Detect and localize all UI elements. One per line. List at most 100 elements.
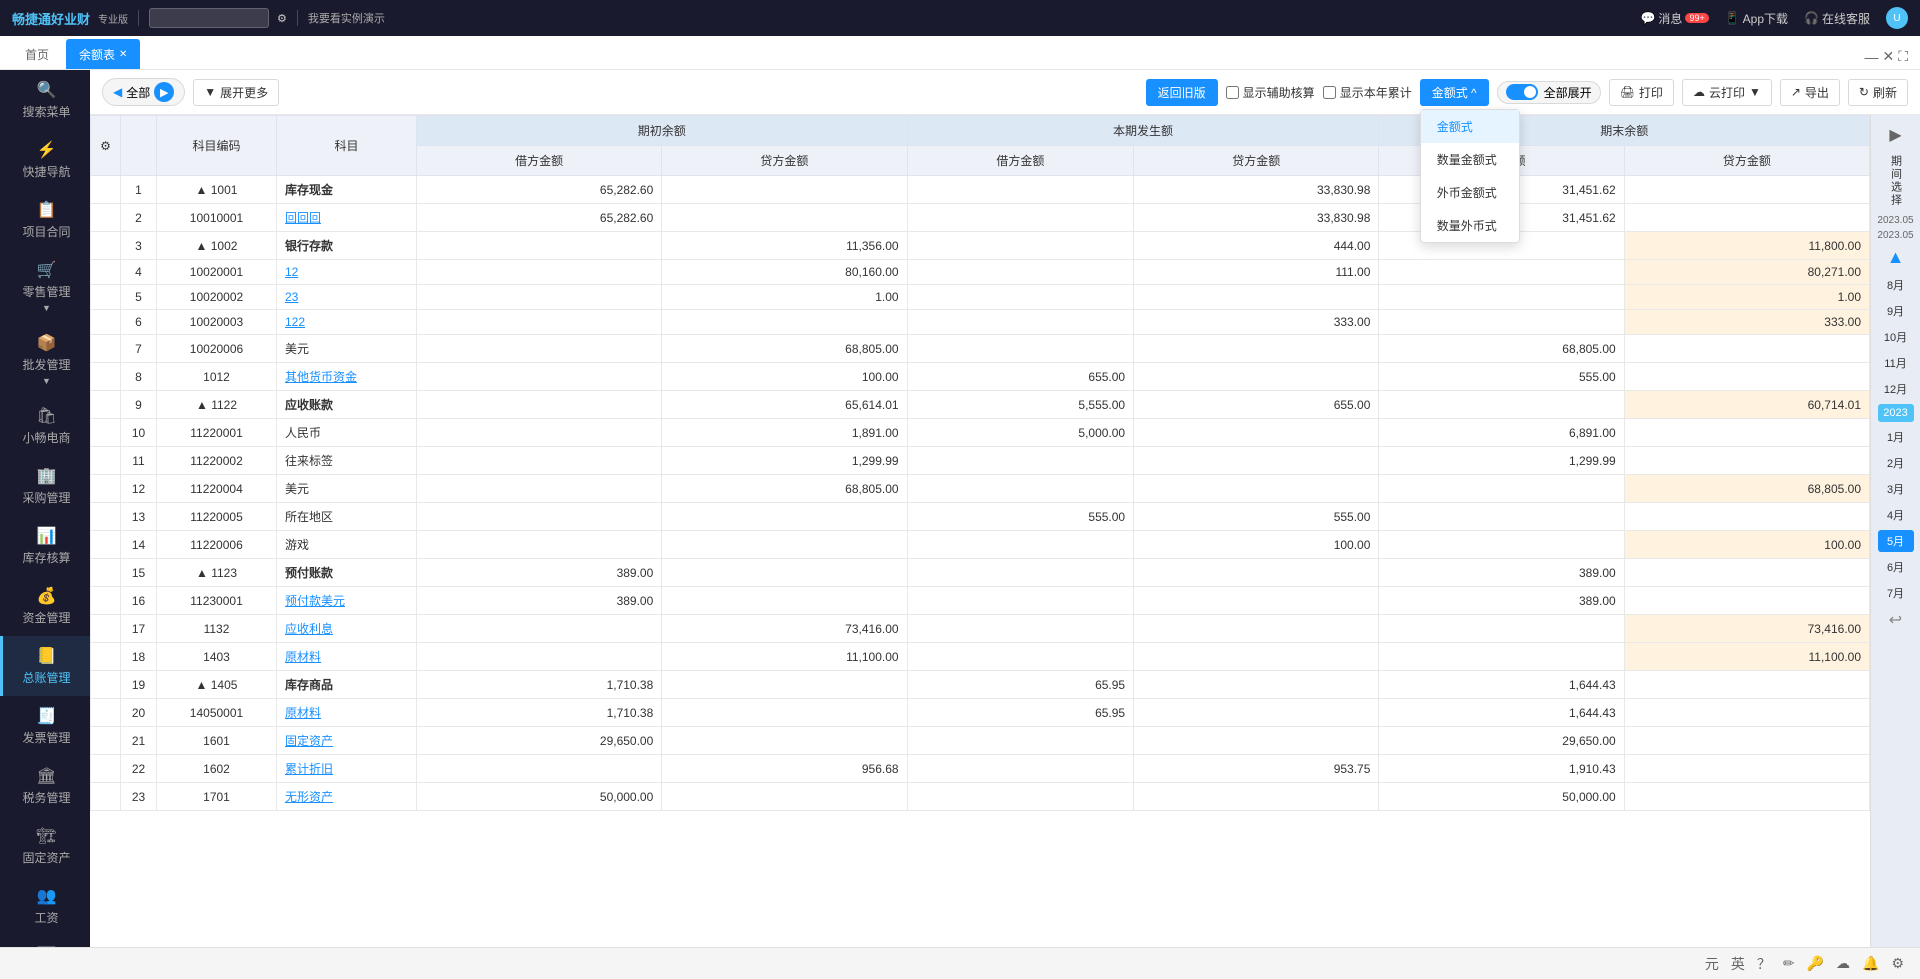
bottom-key-icon[interactable]: 🔑 <box>1807 955 1824 972</box>
row-code: ▲ 1405 <box>157 671 277 699</box>
bottom-yuan-icon[interactable]: 元 <box>1705 954 1719 974</box>
mode-select-btn[interactable]: 金额式 ^ <box>1420 79 1489 106</box>
breadcrumb-forward-btn[interactable]: ▶ <box>154 82 174 102</box>
tab-home[interactable]: 首页 <box>12 39 62 69</box>
row-name[interactable]: 应收利息 <box>277 615 417 643</box>
gear-icon[interactable]: ⚙ <box>277 12 287 25</box>
row-name[interactable]: 其他货币资金 <box>277 363 417 391</box>
return-old-version-btn[interactable]: 返回旧版 <box>1146 79 1218 106</box>
window-close-icon[interactable]: ✕ <box>1882 48 1894 65</box>
row-name[interactable]: 固定资产 <box>277 727 417 755</box>
sidebar-item-wholesale[interactable]: 📦 批发管理 ▼ <box>0 323 90 396</box>
mode-option-foreign-amount[interactable]: 外币金额式 <box>1421 176 1519 209</box>
sidebar-item-finance[interactable]: 💰 资金管理 <box>0 576 90 636</box>
top-search-input[interactable] <box>149 8 269 28</box>
bottom-edit-icon[interactable]: ✏ <box>1783 955 1795 972</box>
sidebar-item-tax[interactable]: 🏛 税务管理 <box>0 756 90 816</box>
tab-balance[interactable]: 余额表 ✕ <box>66 39 140 69</box>
period-up-icon[interactable]: ▲ <box>1885 245 1907 270</box>
year-2023-btn[interactable]: 2023 <box>1878 404 1914 422</box>
month-10[interactable]: 10月 <box>1878 326 1914 348</box>
month-3[interactable]: 3月 <box>1878 478 1914 500</box>
cloud-print-btn[interactable]: ☁ 云打印 ▼ <box>1682 79 1772 106</box>
mode-label: 金额式 ^ <box>1432 84 1477 101</box>
mode-option-amount[interactable]: 金额式 <box>1421 110 1519 143</box>
refresh-btn[interactable]: ↻ 刷新 <box>1848 79 1908 106</box>
year-total-checkbox[interactable] <box>1323 86 1336 99</box>
month-12[interactable]: 12月 <box>1878 378 1914 400</box>
row-name[interactable]: 23 <box>277 285 417 310</box>
message-action[interactable]: 💬 消息 99+ <box>1640 10 1708 27</box>
month-2[interactable]: 2月 <box>1878 452 1914 474</box>
export-icon: ↗ <box>1791 85 1801 99</box>
sidebar-item-search[interactable]: 🔍 搜索菜单 <box>0 70 90 130</box>
month-5[interactable]: 5月 <box>1878 530 1914 552</box>
sidebar-item-ecommerce[interactable]: 🛍 小畅电商 <box>0 396 90 456</box>
print-btn[interactable]: 🖨 打印 <box>1609 79 1674 106</box>
online-service-action[interactable]: 🎧 在线客服 <box>1804 10 1870 27</box>
show-year-total-check[interactable]: 显示本年累计 <box>1323 84 1412 101</box>
show-auxiliary-check[interactable]: 显示辅助核算 <box>1226 84 1315 101</box>
right-panel-collapse-icon[interactable]: ▶ <box>1887 123 1903 147</box>
bottom-bell-icon[interactable]: 🔔 <box>1862 955 1879 972</box>
row-name[interactable]: 原材料 <box>277 699 417 727</box>
sidebar-item-ledger[interactable]: 📒 总账管理 <box>0 636 90 696</box>
sidebar-item-purchase[interactable]: 🏢 采购管理 <box>0 456 90 516</box>
row-name[interactable]: 累计折旧 <box>277 755 417 783</box>
sidebar-item-retail[interactable]: 🛒 零售管理 ▼ <box>0 250 90 323</box>
sidebar-item-assets[interactable]: 🏗 固定资产 <box>0 816 90 876</box>
month-9[interactable]: 9月 <box>1878 300 1914 322</box>
bottom-help-icon[interactable]: ？ <box>1757 954 1771 974</box>
row-name[interactable]: 回回回 <box>277 204 417 232</box>
window-expand-icon[interactable]: ⛶ <box>1898 48 1908 65</box>
month-6[interactable]: 6月 <box>1878 556 1914 578</box>
sidebar-item-project[interactable]: 📋 项目合同 <box>0 190 90 250</box>
app-download-action[interactable]: 📱 App下载 <box>1725 10 1788 27</box>
row-name[interactable]: 12 <box>277 260 417 285</box>
row-opening-debit <box>417 531 662 559</box>
row-current-debit <box>907 475 1134 503</box>
demo-link[interactable]: 我要看实例演示 <box>308 10 385 26</box>
bottom-en-icon[interactable]: 英 <box>1731 954 1745 974</box>
row-name[interactable]: 原材料 <box>277 643 417 671</box>
row-opening-debit <box>417 475 662 503</box>
back-arrow-icon[interactable]: ◀ <box>113 85 122 99</box>
row-opening-credit: 1,299.99 <box>662 447 907 475</box>
month-4[interactable]: 4月 <box>1878 504 1914 526</box>
expand-more-btn[interactable]: ▼ 展开更多 <box>193 79 279 106</box>
bottom-cloud-icon[interactable]: ☁ <box>1836 955 1850 972</box>
row-current-debit <box>907 447 1134 475</box>
sidebar-item-inventory[interactable]: 📊 库存核算 <box>0 516 90 576</box>
row-checkbox-cell <box>91 176 121 204</box>
user-action[interactable]: U <box>1886 7 1908 29</box>
auxiliary-checkbox[interactable] <box>1226 86 1239 99</box>
export-btn[interactable]: ↗ 导出 <box>1780 79 1840 106</box>
sidebar-item-salary[interactable]: 👥 工资 <box>0 876 90 936</box>
month-1[interactable]: 1月 <box>1878 426 1914 448</box>
window-minimize-icon[interactable]: — <box>1864 49 1878 65</box>
row-name[interactable]: 无形资产 <box>277 783 417 811</box>
sidebar-item-management[interactable]: 📈 经营管理 <box>0 936 90 947</box>
month-7[interactable]: 7月 <box>1878 582 1914 604</box>
month-11[interactable]: 11月 <box>1878 352 1914 374</box>
row-code: 10020002 <box>157 285 277 310</box>
settings-col-header[interactable]: ⚙ <box>91 116 121 176</box>
sidebar-item-quicknav[interactable]: ⚡ 快捷导航 <box>0 130 90 190</box>
mode-option-qty-foreign[interactable]: 数量外币式 <box>1421 209 1519 242</box>
wholesale-icon: 📦 <box>37 333 57 353</box>
row-opening-credit <box>662 727 907 755</box>
mode-option-qty-amount[interactable]: 数量金额式 <box>1421 143 1519 176</box>
month-8[interactable]: 8月 <box>1878 274 1914 296</box>
row-checkbox-cell <box>91 419 121 447</box>
row-name[interactable]: 122 <box>277 310 417 335</box>
bottom-settings-icon[interactable]: ⚙ <box>1891 955 1904 972</box>
row-name[interactable]: 预付款美元 <box>277 587 417 615</box>
row-checkbox-cell <box>91 475 121 503</box>
row-current-debit <box>907 232 1134 260</box>
tab-balance-close[interactable]: ✕ <box>119 49 127 60</box>
expand-all-toggle[interactable]: 全部展开 <box>1497 81 1601 104</box>
sidebar-item-invoice[interactable]: 🧾 发票管理 <box>0 696 90 756</box>
period-down-icon[interactable]: ↩ <box>1887 608 1904 632</box>
row-current-credit <box>1134 285 1379 310</box>
row-code: 1132 <box>157 615 277 643</box>
